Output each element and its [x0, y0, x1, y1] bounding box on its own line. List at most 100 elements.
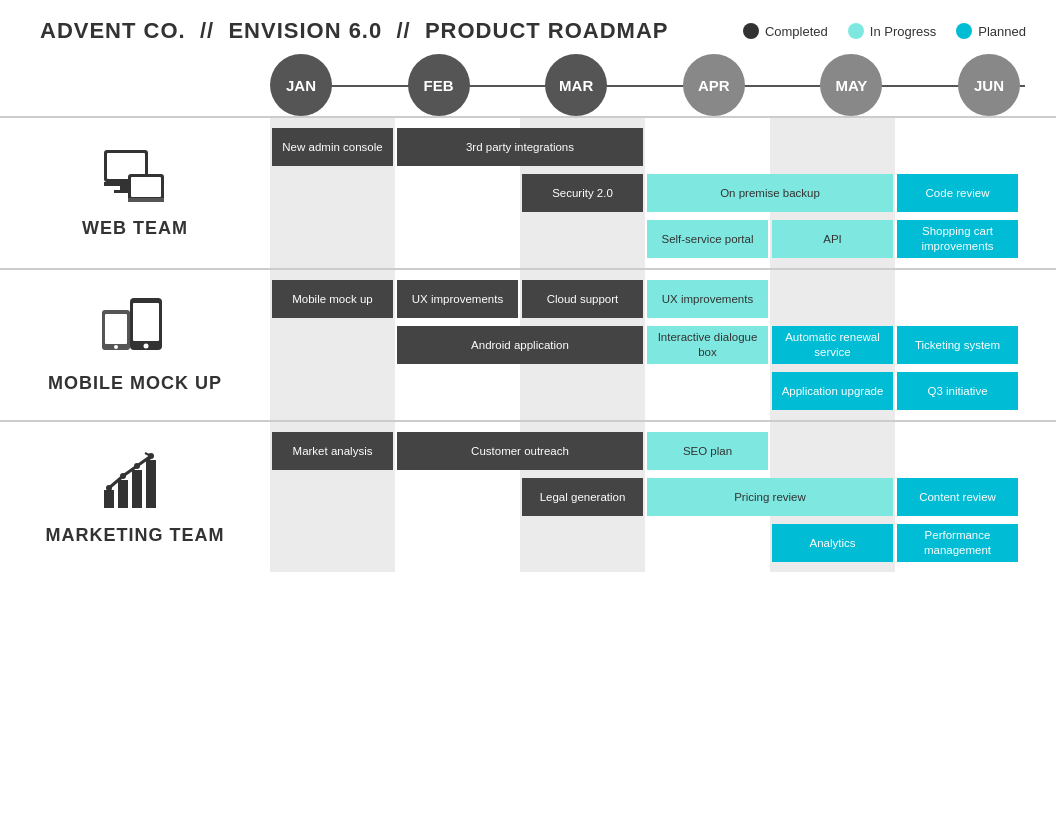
- legend: Completed In Progress Planned: [743, 23, 1026, 39]
- cell-0-2-1: [395, 218, 520, 260]
- task-row-2-2: AnalyticsPerformance management: [270, 522, 1056, 564]
- task-card: 3rd party integrations: [397, 128, 643, 166]
- cell-2-2-3: [645, 522, 770, 564]
- task-card: UX improvements: [647, 280, 768, 318]
- svg-point-13: [114, 345, 118, 349]
- task-row-2-0: Market analysisCustomer outreachSEO plan: [270, 430, 1056, 472]
- cell-1-1-3: Automatic renewal service: [770, 324, 895, 366]
- company-name: ADVENT CO.: [40, 18, 186, 43]
- cell-1-0-0: Mobile mock up: [270, 278, 395, 320]
- cell-1-1-0: [270, 324, 395, 366]
- cell-2-1-3: Pricing review: [645, 476, 895, 518]
- section-name: PRODUCT ROADMAP: [425, 18, 669, 43]
- task-card: API: [772, 220, 893, 258]
- cell-0-2-0: [270, 218, 395, 260]
- cell-2-2-0: [270, 522, 395, 564]
- cell-0-0-3: [770, 126, 895, 168]
- svg-point-10: [144, 343, 149, 348]
- cell-0-1-0: [270, 172, 395, 214]
- svg-rect-14: [104, 490, 114, 508]
- svg-point-18: [106, 485, 112, 491]
- task-card: Market analysis: [272, 432, 393, 470]
- task-card: On premise backup: [647, 174, 893, 212]
- cell-2-0-3: [770, 430, 895, 472]
- task-row-1-1: Android applicationInteractive dialogue …: [270, 324, 1056, 366]
- task-card: Performance management: [897, 524, 1018, 562]
- cell-0-0-1: 3rd party integrations: [395, 126, 645, 168]
- team-label-0: WEB TEAM: [0, 118, 270, 268]
- cell-2-0-1: Customer outreach: [395, 430, 645, 472]
- cell-0-2-4: API: [770, 218, 895, 260]
- page-title: ADVENT CO. // ENVISION 6.0 // PRODUCT RO…: [40, 18, 669, 44]
- task-card: Shopping cart improvements: [897, 220, 1018, 258]
- task-card: Ticketing system: [897, 326, 1018, 364]
- cell-0-1-3: On premise backup: [645, 172, 895, 214]
- cell-0-0-0: New admin console: [270, 126, 395, 168]
- team-label-1: MOBILE MOCK UP: [0, 270, 270, 420]
- svg-rect-12: [105, 314, 127, 344]
- months-circles: JAN FEB MAR APR MAY JUN: [270, 54, 1020, 116]
- cell-1-2-1: [395, 370, 520, 412]
- legend-inprogress: In Progress: [848, 23, 936, 39]
- cell-1-2-0: [270, 370, 395, 412]
- legend-completed: Completed: [743, 23, 828, 39]
- product-name: ENVISION 6.0: [228, 18, 382, 43]
- cell-2-1-1: [395, 476, 520, 518]
- tasks-area-2: Market analysisCustomer outreachSEO plan…: [270, 422, 1056, 572]
- cell-1-1-1: Android application: [395, 324, 645, 366]
- task-card: Legal generation: [522, 478, 643, 516]
- cell-0-2-2: [520, 218, 645, 260]
- page-header: ADVENT CO. // ENVISION 6.0 // PRODUCT RO…: [0, 0, 1056, 54]
- cell-1-0-5: [895, 278, 1020, 320]
- tasks-inner-2: Market analysisCustomer outreachSEO plan…: [270, 422, 1056, 572]
- team-name-0: WEB TEAM: [82, 218, 188, 240]
- cell-1-2-3: [645, 370, 770, 412]
- svg-rect-17: [146, 460, 156, 508]
- cell-2-0-2: SEO plan: [645, 430, 770, 472]
- task-card: UX improvements: [397, 280, 518, 318]
- task-card: Mobile mock up: [272, 280, 393, 318]
- cell-1-2-4: Application upgrade: [770, 370, 895, 412]
- task-card: Pricing review: [647, 478, 893, 516]
- team-section-2: MARKETING TEAMMarket analysisCustomer ou…: [0, 420, 1056, 572]
- cell-1-0-4: [770, 278, 895, 320]
- team-section-0: WEB TEAM New admin console3rd party integ…: [0, 116, 1056, 268]
- planned-label: Planned: [978, 24, 1026, 39]
- legend-planned: Planned: [956, 23, 1026, 39]
- svg-rect-16: [132, 470, 142, 508]
- month-jun: JUN: [958, 54, 1020, 116]
- month-mar: MAR: [545, 54, 607, 116]
- task-card: SEO plan: [647, 432, 768, 470]
- inprogress-label: In Progress: [870, 24, 936, 39]
- task-row-0-1: Security 2.0On premise backupCode review: [270, 172, 1056, 214]
- divider2: //: [396, 18, 410, 43]
- task-card: Automatic renewal service: [772, 326, 893, 364]
- cell-2-2-4: Analytics: [770, 522, 895, 564]
- task-row-0-2: Self-service portalAPIShopping cart impr…: [270, 218, 1056, 260]
- divider1: //: [200, 18, 214, 43]
- tasks-inner-1: Mobile mock upUX improvementsCloud suppo…: [270, 270, 1056, 420]
- task-card: New admin console: [272, 128, 393, 166]
- cell-2-0-0: Market analysis: [270, 430, 395, 472]
- completed-dot: [743, 23, 759, 39]
- task-row-1-0: Mobile mock upUX improvementsCloud suppo…: [270, 278, 1056, 320]
- cell-1-1-2: Interactive dialogue box: [645, 324, 770, 366]
- task-card: Interactive dialogue box: [647, 326, 768, 364]
- planned-dot: [956, 23, 972, 39]
- svg-rect-6: [131, 177, 161, 197]
- team-section-1: MOBILE MOCK UPMobile mock upUX improveme…: [0, 268, 1056, 420]
- task-card: Q3 initiative: [897, 372, 1018, 410]
- svg-point-19: [120, 473, 126, 479]
- task-card: Security 2.0: [522, 174, 643, 212]
- cell-0-2-5: Shopping cart improvements: [895, 218, 1020, 260]
- task-card: Android application: [397, 326, 643, 364]
- cell-1-1-4: Ticketing system: [895, 324, 1020, 366]
- cell-0-0-2: [645, 126, 770, 168]
- svg-rect-15: [118, 480, 128, 508]
- cell-1-0-2: Cloud support: [520, 278, 645, 320]
- month-apr: APR: [683, 54, 745, 116]
- cell-0-1-1: [395, 172, 520, 214]
- cell-2-2-1: [395, 522, 520, 564]
- task-card: Self-service portal: [647, 220, 768, 258]
- inprogress-dot: [848, 23, 864, 39]
